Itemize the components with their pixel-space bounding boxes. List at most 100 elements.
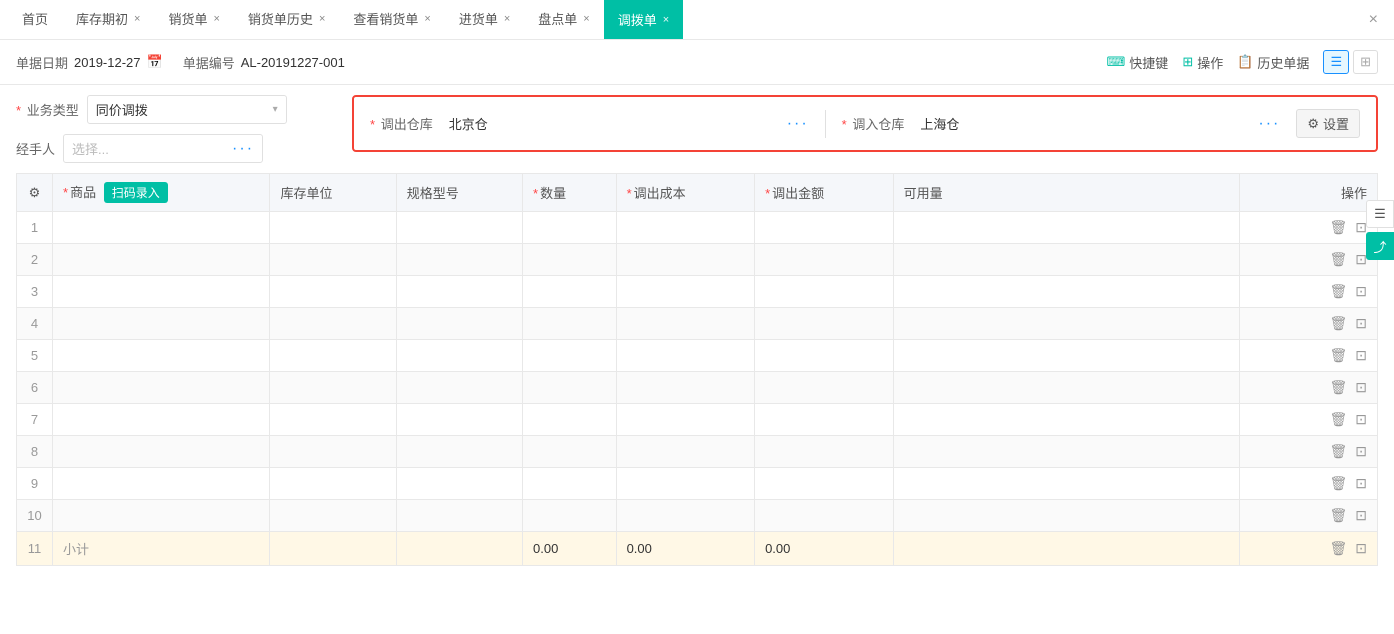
cell-qty[interactable] xyxy=(523,276,617,308)
cell-product[interactable] xyxy=(53,404,270,436)
copy-icon[interactable]: ⊡ xyxy=(1355,347,1367,364)
tab-close-inventory-init[interactable]: × xyxy=(134,13,140,25)
delete-icon[interactable]: 🗑 xyxy=(1329,411,1347,428)
settings-button[interactable]: ⚙ 设置 xyxy=(1296,109,1360,138)
cell-amount[interactable] xyxy=(755,340,894,372)
cell-qty[interactable] xyxy=(523,436,617,468)
calendar-icon[interactable]: 📅 xyxy=(147,54,163,70)
window-close-button[interactable]: × xyxy=(1361,11,1386,29)
cell-amount[interactable] xyxy=(755,308,894,340)
tab-view-sales[interactable]: 查看销货单 × xyxy=(339,0,444,39)
cell-cost[interactable] xyxy=(616,372,755,404)
copy-icon[interactable]: ⊡ xyxy=(1355,379,1367,396)
cell-product[interactable] xyxy=(53,212,270,244)
cell-product[interactable] xyxy=(53,276,270,308)
cell-qty[interactable] xyxy=(523,468,617,500)
copy-icon[interactable]: ⊡ xyxy=(1355,540,1367,557)
cell-amount[interactable] xyxy=(755,276,894,308)
shortcuts-btn[interactable]: ⌨ 快捷键 xyxy=(1107,53,1169,72)
delete-icon[interactable]: 🗑 xyxy=(1329,443,1347,460)
copy-icon[interactable]: ⊡ xyxy=(1355,283,1367,300)
copy-icon[interactable]: ⊡ xyxy=(1355,315,1367,332)
tab-close-purchase[interactable]: × xyxy=(504,13,510,25)
cell-qty[interactable] xyxy=(523,500,617,532)
cell-amount[interactable] xyxy=(755,212,894,244)
grid-view-btn[interactable]: ⊞ xyxy=(1353,50,1378,74)
copy-icon[interactable]: ⊡ xyxy=(1355,507,1367,524)
cell-cost[interactable] xyxy=(616,244,755,276)
business-type-input[interactable]: 同价调拨 ▾ xyxy=(87,95,287,124)
scan-entry-btn[interactable]: 扫码录入 xyxy=(104,182,168,203)
cell-product[interactable] xyxy=(53,372,270,404)
tab-close-stocktake[interactable]: × xyxy=(583,13,589,25)
table-row: 9 🗑 ⊡ xyxy=(17,468,1378,500)
delete-icon[interactable]: 🗑 xyxy=(1329,347,1347,364)
history-btn[interactable]: 📋 历史单据 xyxy=(1237,53,1309,72)
cell-amount[interactable] xyxy=(755,468,894,500)
cell-product[interactable] xyxy=(53,340,270,372)
cell-cost[interactable] xyxy=(616,468,755,500)
cell-product[interactable] xyxy=(53,468,270,500)
delete-icon[interactable]: 🗑 xyxy=(1329,540,1347,557)
cell-qty[interactable] xyxy=(523,308,617,340)
cell-qty[interactable] xyxy=(523,340,617,372)
tab-purchase[interactable]: 进货单 × xyxy=(445,0,524,39)
cell-cost[interactable] xyxy=(616,276,755,308)
tab-transfer[interactable]: 调拨单 × xyxy=(604,0,683,39)
tab-close-sales-history[interactable]: × xyxy=(319,13,325,25)
cell-amount[interactable] xyxy=(755,436,894,468)
target-warehouse-dots-icon[interactable]: ··· xyxy=(1258,115,1280,133)
tab-home[interactable]: 首页 xyxy=(8,0,62,39)
copy-icon[interactable]: ⊡ xyxy=(1355,411,1367,428)
tab-close-transfer[interactable]: × xyxy=(663,14,669,26)
tab-stocktake[interactable]: 盘点单 × xyxy=(524,0,603,39)
cell-product[interactable] xyxy=(53,500,270,532)
source-warehouse-dots-icon[interactable]: ··· xyxy=(787,115,809,133)
operations-btn[interactable]: ⊞ 操作 xyxy=(1182,53,1223,72)
tab-inventory-init[interactable]: 库存期初 × xyxy=(62,0,154,39)
cell-amount[interactable] xyxy=(755,372,894,404)
cell-qty[interactable] xyxy=(523,212,617,244)
cell-product[interactable] xyxy=(53,308,270,340)
sidebar-link-btn[interactable]: ⤴ xyxy=(1366,232,1394,260)
settings-gear-icon: ⚙ xyxy=(1307,116,1319,132)
tab-close-view-sales[interactable]: × xyxy=(424,13,430,25)
list-view-btn[interactable]: ☰ xyxy=(1323,50,1349,74)
copy-icon[interactable]: ⊡ xyxy=(1355,443,1367,460)
tab-sales-order[interactable]: 销货单 × xyxy=(154,0,233,39)
cell-cost[interactable] xyxy=(616,436,755,468)
cell-amount[interactable] xyxy=(755,404,894,436)
row-num: 2 xyxy=(17,244,53,276)
cell-cost[interactable] xyxy=(616,500,755,532)
cell-unit xyxy=(270,404,396,436)
cell-cost[interactable] xyxy=(616,212,755,244)
row-num: 4 xyxy=(17,308,53,340)
gear-settings-icon[interactable]: ⚙ xyxy=(29,185,41,200)
delete-icon[interactable]: 🗑 xyxy=(1329,475,1347,492)
delete-icon[interactable]: 🗑 xyxy=(1329,379,1347,396)
cell-qty[interactable] xyxy=(523,244,617,276)
delete-icon[interactable]: 🗑 xyxy=(1329,507,1347,524)
cell-product[interactable] xyxy=(53,436,270,468)
cell-product[interactable] xyxy=(53,244,270,276)
cell-qty[interactable] xyxy=(523,404,617,436)
delete-icon[interactable]: 🗑 xyxy=(1329,315,1347,332)
cell-cost[interactable] xyxy=(616,308,755,340)
delete-icon[interactable]: 🗑 xyxy=(1329,219,1347,236)
col-gear[interactable]: ⚙ xyxy=(17,174,53,212)
cell-qty[interactable] xyxy=(523,372,617,404)
cell-amount[interactable] xyxy=(755,500,894,532)
delete-icon[interactable]: 🗑 xyxy=(1329,251,1347,268)
tab-close-sales-order[interactable]: × xyxy=(213,13,219,25)
delete-icon[interactable]: 🗑 xyxy=(1329,283,1347,300)
cell-amount[interactable] xyxy=(755,244,894,276)
tab-sales-history[interactable]: 销货单历史 × xyxy=(234,0,339,39)
cell-cost[interactable] xyxy=(616,340,755,372)
copy-icon[interactable]: ⊡ xyxy=(1355,475,1367,492)
sidebar-list-btn[interactable]: ☰ xyxy=(1366,200,1394,228)
handler-dots-icon[interactable]: ··· xyxy=(232,140,254,158)
handler-input[interactable]: 选择... ··· xyxy=(63,134,263,163)
doc-toolbar: 单据日期 2019-12-27 📅 单据编号 AL-20191227-001 ⌨… xyxy=(0,40,1394,85)
cell-cost[interactable] xyxy=(616,404,755,436)
col-available: 可用量 xyxy=(893,174,1239,212)
